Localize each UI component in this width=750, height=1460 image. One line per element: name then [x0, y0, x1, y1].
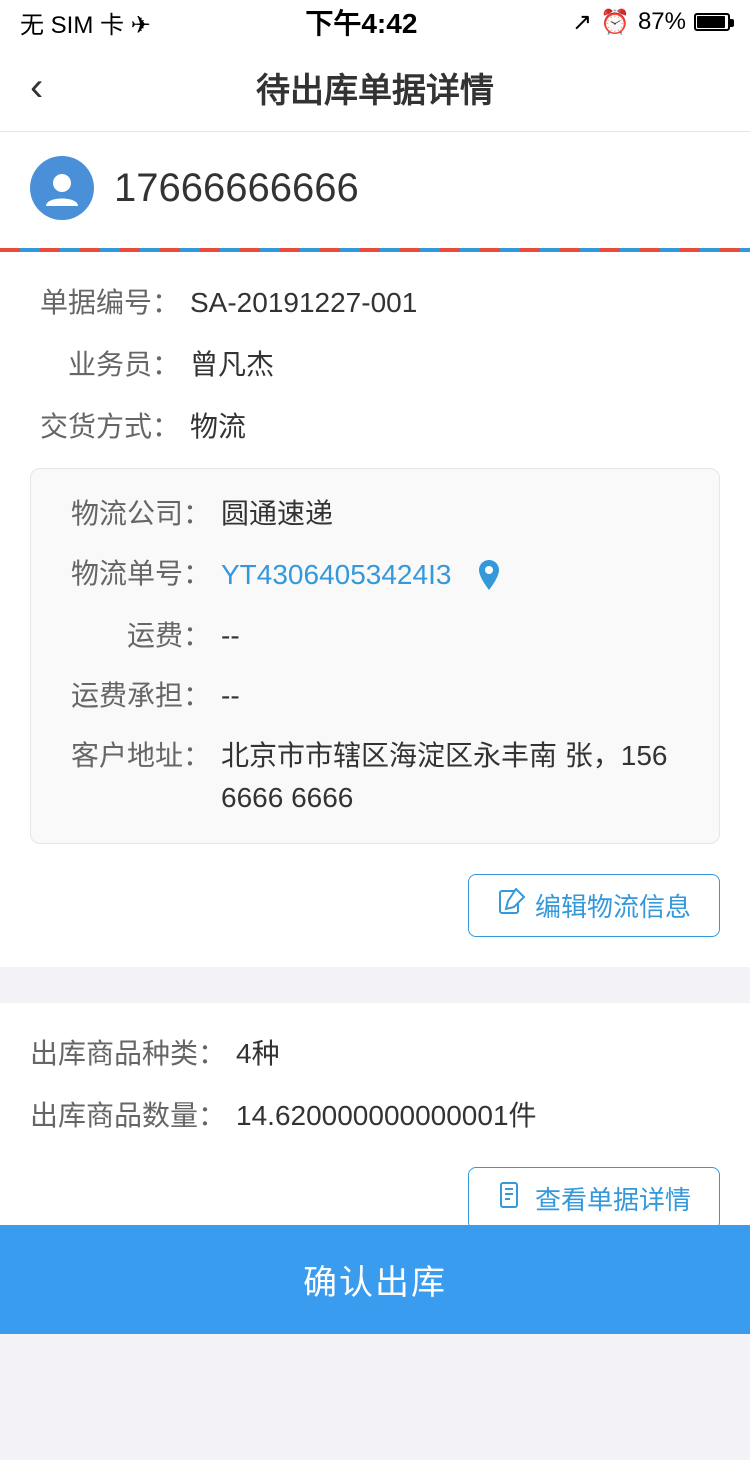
logistics-company-value: 圆通速递 — [221, 493, 689, 535]
address-value: 北京市市辖区海淀区永丰南 张，156 6666 6666 — [221, 735, 689, 819]
address-row: 客户地址： 北京市市辖区海淀区永丰南 张，156 6666 6666 — [61, 735, 689, 819]
freight-bearer-label: 运费承担： — [61, 675, 211, 717]
tracking-number-value: YT43064053424I3 — [221, 554, 451, 596]
user-row: 17666666666 — [0, 132, 750, 244]
address-label: 客户地址： — [61, 735, 211, 777]
battery-icon — [694, 13, 730, 31]
freight-row: 运费： -- — [61, 615, 689, 657]
tracking-number-value-container: YT43064053424I3 — [221, 553, 689, 597]
sim-status: 无 SIM 卡 ✈ — [20, 5, 151, 40]
document-number-value: SA-20191227-001 — [190, 282, 720, 324]
user-phone: 17666666666 — [114, 166, 359, 211]
logistics-company-row: 物流公司： 圆通速递 — [61, 493, 689, 535]
battery-level: 87% — [638, 8, 686, 36]
status-bar-time: 下午4:42 — [305, 2, 417, 42]
doc-icon — [497, 1181, 525, 1216]
freight-bearer-row: 运费承担： -- — [61, 675, 689, 717]
confirm-outbound-button[interactable]: 确认出库 — [0, 1245, 750, 1314]
delivery-method-label: 交货方式： — [30, 406, 180, 448]
freight-value: -- — [221, 615, 689, 657]
goods-type-label: 出库商品种类： — [30, 1033, 226, 1075]
alarm-icon: ⏰ — [600, 8, 630, 37]
sales-person-row: 业务员： 曾凡杰 — [30, 344, 720, 386]
goods-section: 出库商品种类： 4种 出库商品数量： 14.620000000000001件 — [0, 1003, 750, 1147]
page-title: 待出库单据详情 — [256, 63, 494, 112]
edit-icon — [497, 888, 525, 923]
goods-type-row: 出库商品种类： 4种 — [30, 1033, 720, 1075]
freight-bearer-value: -- — [221, 675, 689, 717]
logistics-card: 物流公司： 圆通速递 物流单号： YT43064053424I3 运费： — [30, 468, 720, 844]
view-document-button[interactable]: 查看单据详情 — [468, 1167, 720, 1230]
tracking-number-row: 物流单号： YT43064053424I3 — [61, 553, 689, 597]
location-pin-icon[interactable] — [467, 553, 511, 597]
status-bar: 无 SIM 卡 ✈ 下午4:42 ↗ ⏰ 87% — [0, 0, 750, 44]
logistics-company-label: 物流公司： — [61, 493, 211, 535]
nav-bar: ‹ 待出库单据详情 — [0, 44, 750, 132]
goods-quantity-row: 出库商品数量： 14.620000000000001件 — [30, 1095, 720, 1137]
delivery-method-value: 物流 — [190, 406, 720, 448]
dashed-divider — [0, 244, 750, 252]
confirm-btn-container: 确认出库 — [0, 1225, 750, 1334]
goods-type-value: 4种 — [236, 1033, 720, 1075]
tracking-number-label: 物流单号： — [61, 553, 211, 595]
document-number-label: 单据编号： — [30, 282, 180, 324]
status-bar-left: 无 SIM 卡 ✈ — [20, 5, 151, 40]
avatar — [30, 156, 94, 220]
gray-separator-1 — [0, 987, 750, 1003]
goods-quantity-value: 14.620000000000001件 — [236, 1095, 720, 1137]
freight-label: 运费： — [61, 615, 211, 657]
goods-quantity-label: 出库商品数量： — [30, 1095, 226, 1137]
view-document-label: 查看单据详情 — [535, 1180, 691, 1217]
basic-info-section: 单据编号： SA-20191227-001 业务员： 曾凡杰 交货方式： 物流 … — [0, 252, 750, 967]
edit-logistics-button[interactable]: 编辑物流信息 — [468, 874, 720, 937]
document-number-row: 单据编号： SA-20191227-001 — [30, 282, 720, 324]
status-bar-right: ↗ ⏰ 87% — [572, 8, 730, 37]
edit-logistics-label: 编辑物流信息 — [535, 887, 691, 924]
sales-person-value: 曾凡杰 — [190, 344, 720, 386]
edit-btn-row: 编辑物流信息 — [30, 864, 720, 937]
back-button[interactable]: ‹ — [30, 65, 43, 110]
sales-person-label: 业务员： — [30, 344, 180, 386]
location-arrow-icon: ↗ — [572, 8, 592, 37]
delivery-method-row: 交货方式： 物流 — [30, 406, 720, 448]
